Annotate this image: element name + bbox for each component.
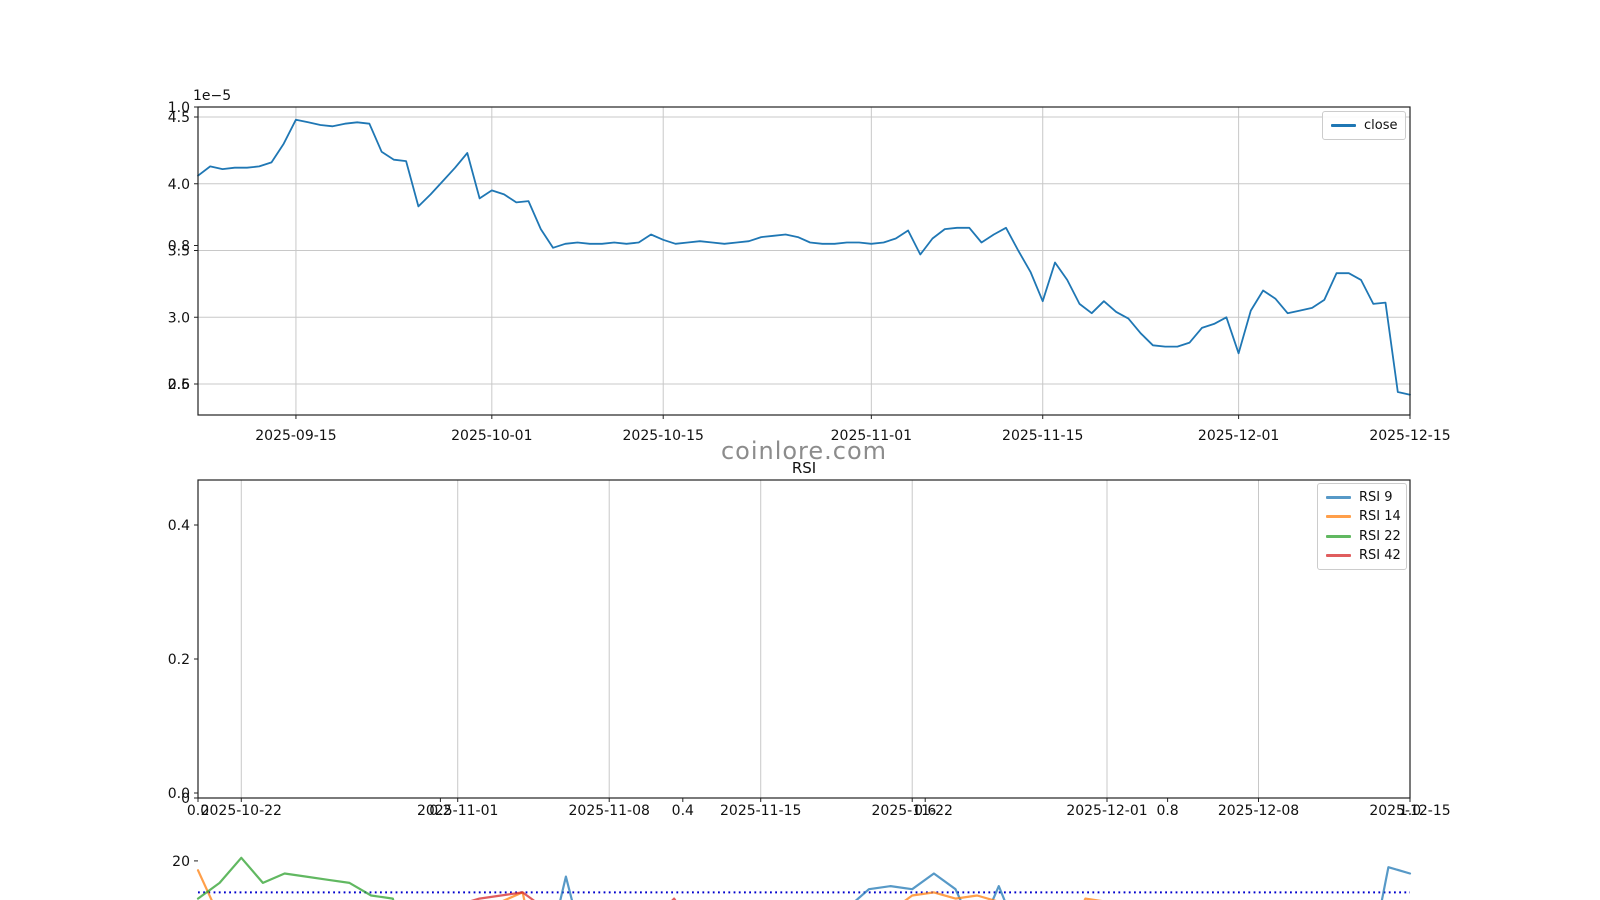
legend-entry-rsi22: RSI 22 [1326, 527, 1401, 546]
norm-y-tick-label: 0.0 [168, 786, 190, 802]
norm-y-tick-label: 0.2 [168, 652, 190, 668]
y-tick-label: 3.0 [168, 310, 190, 326]
legend-entry-rsi14: RSI 14 [1326, 507, 1401, 526]
norm-x-tick-label: 0.8 [1156, 803, 1178, 819]
norm-x-tick-label: 0.4 [672, 803, 694, 819]
rsi22-line-swatch [1326, 534, 1351, 538]
x-tick-label: 2025-11-22 [872, 803, 953, 819]
rsi-chart-title: RSI [791, 459, 817, 477]
price-legend: close [1322, 111, 1406, 140]
legend-entry-rsi42: RSI 42 [1326, 546, 1401, 565]
y-tick-label: 20 [172, 854, 190, 870]
norm-y-tick-label: 0.8 [168, 239, 190, 255]
legend-entry-rsi9: RSI 9 [1326, 488, 1398, 507]
y-tick-label: 4.0 [168, 177, 190, 193]
x-tick-label: 2025-10-22 [201, 803, 282, 819]
price-axis-offset-label: 1e−5 [193, 88, 232, 104]
legend-label: RSI 14 [1359, 509, 1401, 525]
rsi42-line-swatch [1326, 553, 1351, 557]
x-tick-label: 2025-12-01 [1066, 803, 1147, 819]
x-tick-label: 2025-12-08 [1218, 803, 1299, 819]
norm-y-tick-label: 0.4 [168, 518, 190, 534]
rsi-9-line [559, 866, 1412, 900]
x-tick-label: 2025-11-15 [720, 803, 801, 819]
legend-label: RSI 22 [1359, 528, 1401, 544]
rsi-chart-frame [197, 479, 1411, 799]
rsi14-line-swatch [1326, 515, 1351, 519]
legend-label: RSI 9 [1359, 490, 1393, 506]
rsi-14-line [196, 869, 1103, 900]
close-line [197, 118, 1411, 396]
legend-entry-close: close [1331, 116, 1397, 135]
legend-label: close [1364, 118, 1398, 133]
norm-x-tick-label: 0.2 [429, 803, 451, 819]
norm-y-tick-label: 1.0 [168, 100, 190, 116]
norm-x-tick-label: 1.0 [1399, 803, 1421, 819]
rsi-legend: RSI 9 RSI 14 RSI 22 RSI 42 [1317, 483, 1407, 570]
norm-x-tick-label: 0.0 [187, 803, 209, 819]
norm-x-tick-label: 0.6 [914, 803, 936, 819]
legend-label: RSI 42 [1359, 547, 1401, 563]
price-chart-frame [197, 106, 1411, 416]
x-tick-label: 2025-11-08 [569, 803, 650, 819]
rsi9-line-swatch [1326, 496, 1351, 500]
rsi-22-line [196, 856, 395, 900]
norm-y-tick-label: 0.6 [168, 377, 190, 393]
close-line-swatch [1331, 124, 1356, 127]
